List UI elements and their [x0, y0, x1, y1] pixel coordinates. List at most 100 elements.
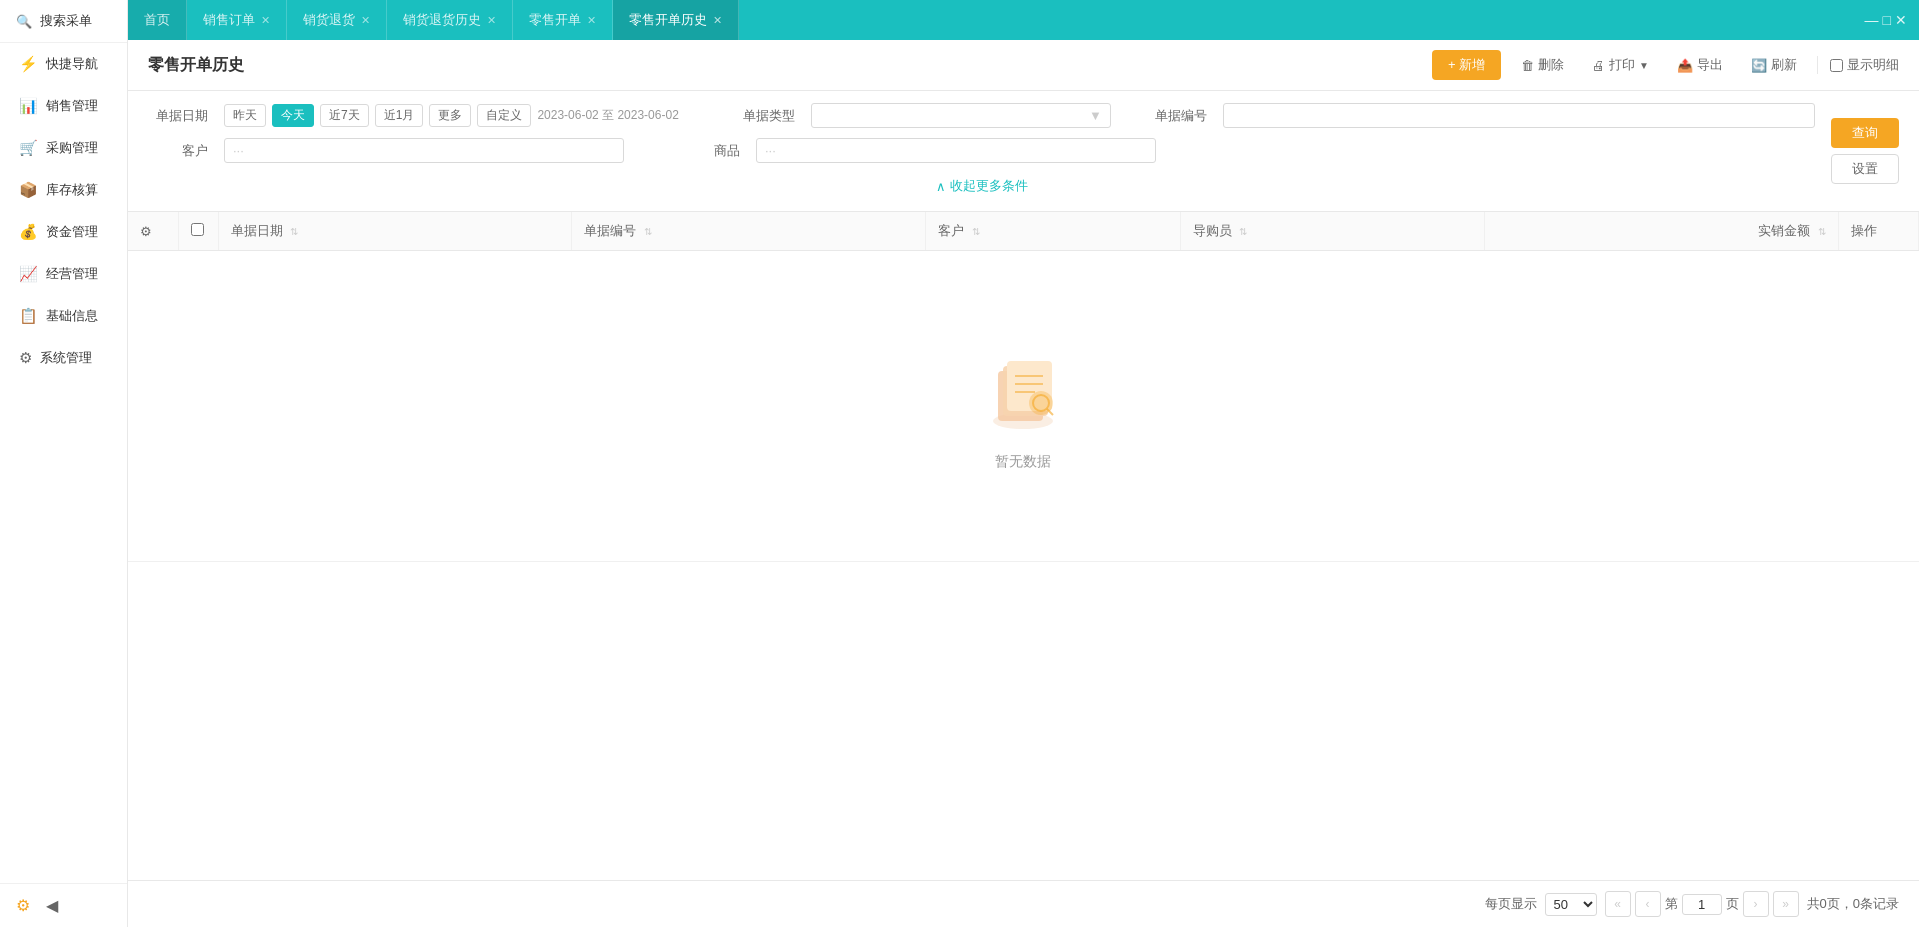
refresh-button[interactable]: 🔄 刷新: [1743, 52, 1805, 78]
sidebar-nav: ⚡ 快捷导航 📊 销售管理 🛒 采购管理 📦 库存核算 💰 资金管理 📈 经营管…: [0, 43, 127, 883]
table-body: 暂无数据: [128, 251, 1919, 562]
per-page-label: 每页显示: [1485, 895, 1537, 913]
tab-retail-open-history-close[interactable]: ✕: [713, 14, 722, 27]
page-first-btn[interactable]: «: [1605, 891, 1631, 917]
date-custom[interactable]: 自定义: [477, 104, 531, 127]
th-guide[interactable]: 导购员 ⇅: [1180, 212, 1484, 251]
page-nav: « ‹ 第 页 › »: [1605, 891, 1799, 917]
sidebar-item-sales-mgmt[interactable]: 📊 销售管理: [0, 85, 127, 127]
page-number-input[interactable]: [1682, 894, 1722, 915]
filter-section: 单据日期 昨天 今天 近7天 近1月 更多 自定义 2023-06-02 至 2…: [148, 103, 1899, 199]
date-yesterday[interactable]: 昨天: [224, 104, 266, 127]
page-title: 零售开单历史: [148, 55, 1432, 76]
tab-retail-open-close[interactable]: ✕: [587, 14, 596, 27]
customer-label: 客户: [148, 142, 208, 160]
sidebar-item-inventory[interactable]: 📦 库存核算: [0, 169, 127, 211]
delete-icon: 🗑: [1521, 58, 1534, 73]
sidebar-label-quick-nav: 快捷导航: [46, 55, 98, 73]
window-maximize-icon[interactable]: □: [1883, 12, 1891, 28]
per-page-select[interactable]: 50 10 20 100: [1545, 893, 1597, 916]
sidebar-label-basic-info: 基础信息: [46, 307, 98, 325]
filter-settings-button[interactable]: 设置: [1831, 154, 1899, 184]
page-label-before: 第: [1665, 895, 1678, 913]
customer-input[interactable]: ···: [224, 138, 624, 163]
settings-icon[interactable]: ⚙: [140, 224, 152, 239]
sidebar-item-sys-mgmt[interactable]: ⚙ 系统管理: [0, 337, 127, 379]
date-range-text: 2023-06-02 至 2023-06-02: [537, 107, 678, 124]
sort-amount-icon: ⇅: [1818, 226, 1826, 237]
doc-no-text-input[interactable]: [1232, 108, 1806, 123]
window-close-icon[interactable]: ✕: [1895, 12, 1907, 28]
doc-type-select[interactable]: ▼: [811, 103, 1111, 128]
empty-state: 暂无数据: [140, 261, 1907, 551]
th-customer[interactable]: 客户 ⇅: [926, 212, 1181, 251]
page-next-btn[interactable]: ›: [1743, 891, 1769, 917]
page-total: 共0页，0条记录: [1807, 895, 1899, 913]
tab-retail-open-history[interactable]: 零售开单历史 ✕: [613, 0, 739, 40]
print-dropdown-icon: ▼: [1639, 60, 1649, 71]
page-prev-btn[interactable]: ‹: [1635, 891, 1661, 917]
delete-button[interactable]: 🗑 删除: [1513, 52, 1572, 78]
tab-sales-return-history[interactable]: 销货退货历史 ✕: [387, 0, 513, 40]
add-button[interactable]: + 新增: [1432, 50, 1501, 80]
goods-input[interactable]: ···: [756, 138, 1156, 163]
doc-no-label: 单据编号: [1147, 107, 1207, 125]
th-settings[interactable]: ⚙: [128, 212, 178, 251]
sidebar-item-basic-info[interactable]: 📋 基础信息: [0, 295, 127, 337]
collapse-label: 收起更多条件: [950, 177, 1028, 195]
page-last-btn[interactable]: »: [1773, 891, 1799, 917]
tab-home[interactable]: 首页: [128, 0, 187, 40]
filter-left: 单据日期 昨天 今天 近7天 近1月 更多 自定义 2023-06-02 至 2…: [148, 103, 1815, 199]
th-no[interactable]: 单据编号 ⇅: [572, 212, 926, 251]
sidebar-icon-operations: 📈: [19, 265, 38, 283]
empty-text: 暂无数据: [995, 453, 1051, 471]
tab-sales-order-label: 销售订单: [203, 11, 255, 29]
tab-retail-open[interactable]: 零售开单 ✕: [513, 0, 613, 40]
display-detail-check[interactable]: [1830, 59, 1843, 72]
tab-retail-open-label: 零售开单: [529, 11, 581, 29]
sort-customer-icon: ⇅: [972, 226, 980, 237]
sidebar-icon-quick-nav: ⚡: [19, 55, 38, 73]
sidebar-search[interactable]: 🔍 搜索采单: [0, 0, 127, 43]
sidebar-item-operations[interactable]: 📈 经营管理: [0, 253, 127, 295]
print-button[interactable]: 🖨 打印 ▼: [1584, 52, 1657, 78]
select-all-checkbox[interactable]: [191, 223, 204, 236]
settings-footer-icon[interactable]: ⚙: [16, 896, 30, 915]
sidebar-label-operations: 经营管理: [46, 265, 98, 283]
tab-sales-return-close[interactable]: ✕: [361, 14, 370, 27]
query-button[interactable]: 查询: [1831, 118, 1899, 148]
tab-window-actions: — □ ✕: [1853, 12, 1919, 28]
sidebar-item-purchase-mgmt[interactable]: 🛒 采购管理: [0, 127, 127, 169]
tab-sales-return-history-label: 销货退货历史: [403, 11, 481, 29]
date-more[interactable]: 更多: [429, 104, 471, 127]
tab-sales-order[interactable]: 销售订单 ✕: [187, 0, 287, 40]
collapse-filter-btn[interactable]: ∧ 收起更多条件: [924, 173, 1040, 199]
customer-placeholder: ···: [233, 143, 244, 158]
empty-cell: 暂无数据: [128, 251, 1919, 562]
date-last7[interactable]: 近7天: [320, 104, 369, 127]
th-checkbox[interactable]: [178, 212, 218, 251]
tab-sales-order-close[interactable]: ✕: [261, 14, 270, 27]
tab-sales-return[interactable]: 销货退货 ✕: [287, 0, 387, 40]
sidebar-item-finance[interactable]: 💰 资金管理: [0, 211, 127, 253]
date-today[interactable]: 今天: [272, 104, 314, 127]
tab-bar: 首页 销售订单 ✕ 销货退货 ✕ 销货退货历史 ✕ 零售开单 ✕ 零售开单历史 …: [128, 0, 1919, 40]
toolbar-divider: [1817, 56, 1818, 74]
th-date[interactable]: 单据日期 ⇅: [218, 212, 572, 251]
date-last-month[interactable]: 近1月: [375, 104, 424, 127]
doc-type-dropdown-icon: ▼: [1089, 108, 1102, 123]
window-minimize-icon[interactable]: —: [1865, 12, 1879, 28]
sidebar-item-quick-nav[interactable]: ⚡ 快捷导航: [0, 43, 127, 85]
filter-right: 查询 设置: [1815, 103, 1899, 199]
export-icon: 📤: [1677, 58, 1693, 73]
tab-sales-return-history-close[interactable]: ✕: [487, 14, 496, 27]
doc-no-input[interactable]: [1223, 103, 1815, 128]
display-detail-checkbox[interactable]: 显示明细: [1830, 56, 1899, 74]
collapse-sidebar-icon[interactable]: ◀: [46, 896, 58, 915]
th-amount[interactable]: 实销金额 ⇅: [1485, 212, 1839, 251]
tab-sales-return-label: 销货退货: [303, 11, 355, 29]
sidebar-label-sys-mgmt: 系统管理: [40, 349, 92, 367]
th-actions: 操作: [1839, 212, 1919, 251]
export-button[interactable]: 📤 导出: [1669, 52, 1731, 78]
sidebar-label-purchase-mgmt: 采购管理: [46, 139, 98, 157]
